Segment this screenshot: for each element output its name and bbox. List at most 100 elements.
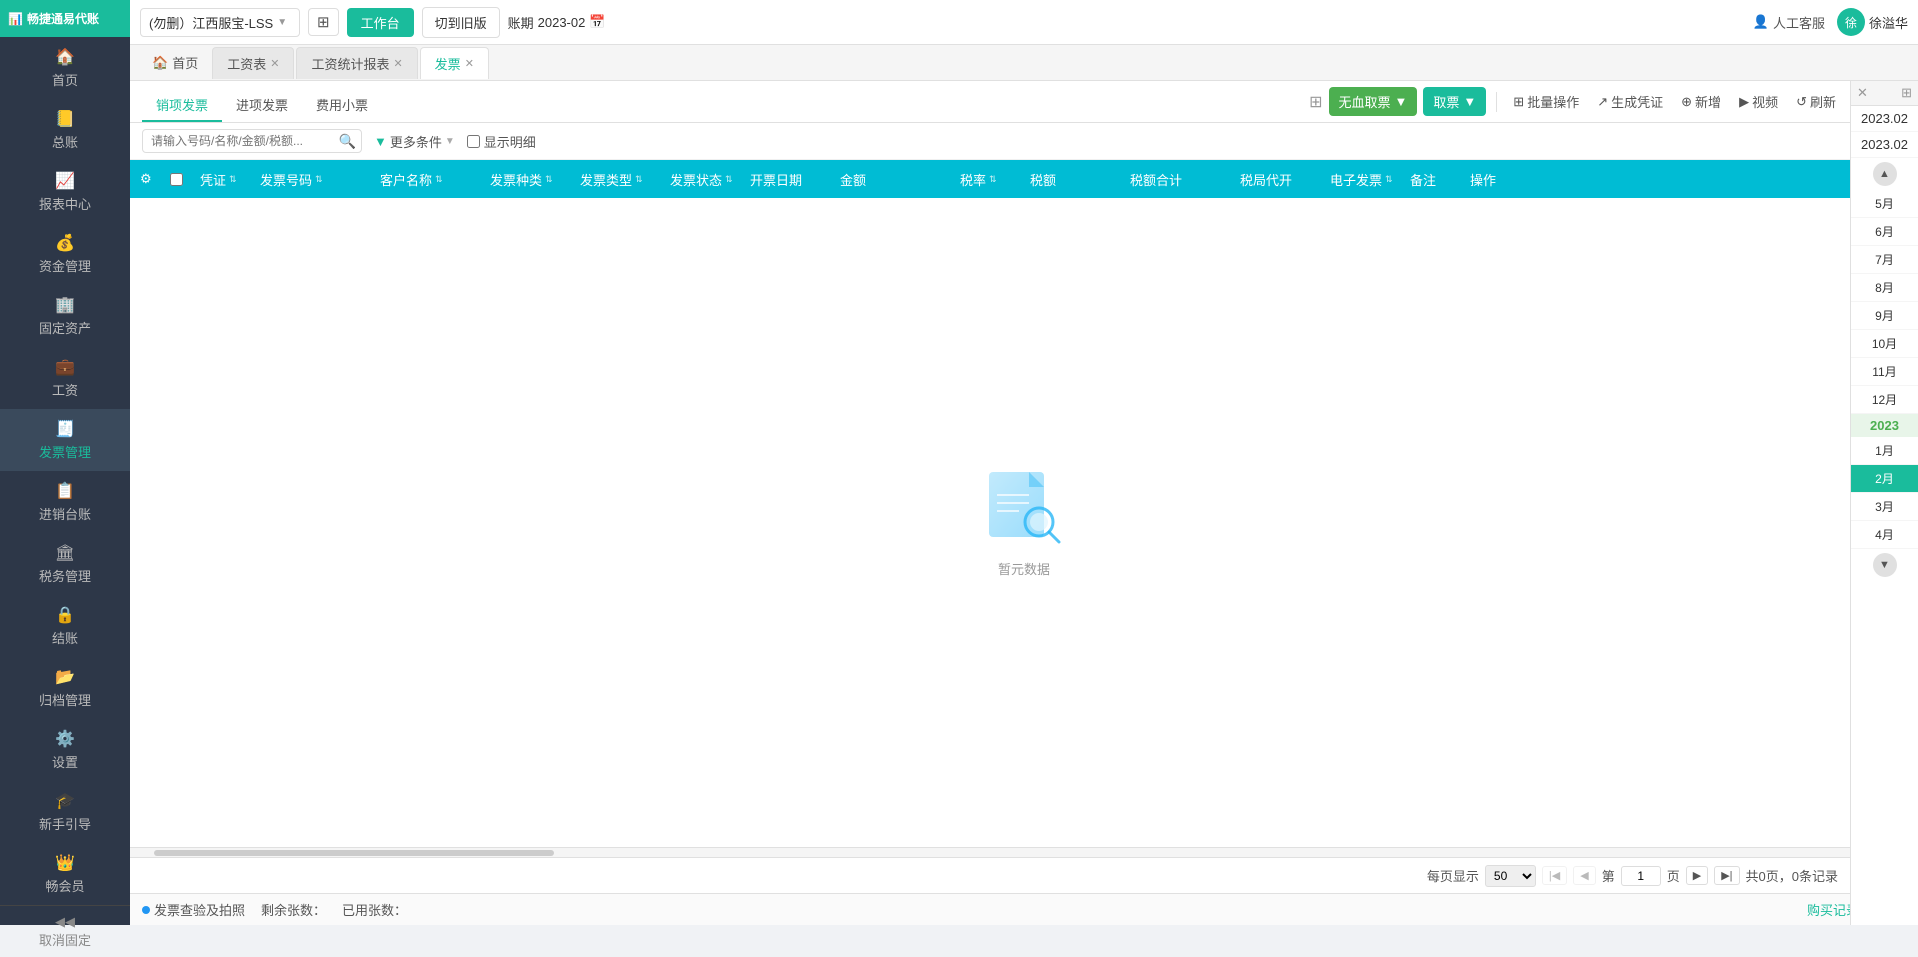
search-wrap: 🔍	[142, 129, 362, 153]
copy-icon-button[interactable]: ⊞	[308, 8, 339, 36]
date-panel-down-arrow[interactable]: ▼	[1873, 553, 1897, 577]
date-panel-close-icon[interactable]: ✕	[1857, 85, 1868, 101]
th-inv-class-label: 发票类型	[580, 170, 632, 189]
no-invoice-button[interactable]: 无血取票 ▼	[1329, 87, 1418, 116]
sidebar-item-ledger[interactable]: 📒 总账	[0, 99, 130, 161]
show-detail-checkbox[interactable]: 显示明细	[467, 132, 536, 151]
date-item-5m[interactable]: 5月	[1851, 190, 1918, 218]
date-item-10m[interactable]: 10月	[1851, 330, 1918, 358]
per-page-select[interactable]: 50 100 200	[1485, 865, 1536, 887]
batch-label: 批量操作	[1527, 92, 1579, 111]
customer-service-button[interactable]: 👤 人工客服	[1753, 13, 1825, 32]
th-inv-type-label: 发票种类	[490, 170, 542, 189]
date-item-4m[interactable]: 4月	[1851, 521, 1918, 549]
date-item-11m[interactable]: 11月	[1851, 358, 1918, 386]
video-button[interactable]: ▶ 视频	[1733, 88, 1784, 115]
th-inv-type-sort-icon: ⇅	[545, 174, 553, 185]
sidebar-item-tax[interactable]: 🏛 税务管理	[0, 533, 130, 595]
sidebar-item-label: 税务管理	[39, 566, 91, 585]
sidebar-collapse[interactable]: ◀◀ 取消固定	[0, 905, 130, 957]
invoice-icon: 🧾	[55, 419, 75, 439]
th-tax-total-label: 税额合计	[1130, 170, 1182, 189]
date-item-2023-02-top2[interactable]: 2023.02	[1851, 132, 1918, 158]
new-button[interactable]: ⊕ 新增	[1675, 88, 1727, 115]
th-customer: 客户名称 ⇅	[374, 170, 484, 189]
tab-close-salary-report[interactable]: ✕	[393, 57, 402, 70]
tab-close-invoice[interactable]: ✕	[465, 57, 474, 70]
search-input[interactable]	[142, 129, 362, 153]
company-selector[interactable]: (勿删）江西服宝-LSS ▼	[140, 8, 300, 37]
sidebar-item-closing[interactable]: 🔒 结账	[0, 595, 130, 657]
sidebar-item-sales[interactable]: 📋 进销台账	[0, 471, 130, 533]
sidebar-item-settings[interactable]: ⚙️ 设置	[0, 719, 130, 781]
salary-icon: 💼	[55, 357, 75, 377]
more-filter-button[interactable]: ▼ 更多条件 ▼	[374, 132, 455, 151]
th-amount-label: 金额	[840, 170, 866, 189]
date-panel-up-arrow[interactable]: ▲	[1873, 162, 1897, 186]
tab-home[interactable]: 🏠 首页	[140, 47, 210, 78]
toolbar-divider	[1496, 92, 1497, 112]
tab-salary-report[interactable]: 工资统计报表 ✕	[296, 47, 417, 79]
date-year-2023[interactable]: 2023	[1851, 414, 1918, 437]
page-number-input[interactable]	[1621, 866, 1661, 886]
page-controls: 每页显示 50 100 200 |◀ ◀ 第 页 ▶ ▶| 共0页，0条记录	[1427, 865, 1838, 887]
sub-tab-sales[interactable]: 销项发票	[142, 89, 222, 122]
assets-icon: 🏢	[55, 295, 75, 315]
video-label: 视频	[1752, 92, 1778, 111]
detail-checkbox-input[interactable]	[467, 135, 480, 148]
th-voucher-sort-icon: ⇅	[229, 174, 237, 185]
sub-tabs: 销项发票 进项发票 费用小票	[130, 81, 1301, 122]
date-item-6m[interactable]: 6月	[1851, 218, 1918, 246]
sub-tabs-toolbar-row: 销项发票 进项发票 费用小票 ⊞ 无血取票 ▼ 取票 ▼	[130, 81, 1918, 123]
archive-icon: 📂	[55, 667, 75, 687]
sidebar-item-home[interactable]: 🏠 首页	[0, 37, 130, 99]
show-detail-label: 显示明细	[484, 132, 536, 151]
date-item-2023-02-top1[interactable]: 2023.02	[1851, 106, 1918, 132]
date-item-7m[interactable]: 7月	[1851, 246, 1918, 274]
scrollbar-thumb[interactable]	[154, 850, 554, 856]
sidebar-item-salary[interactable]: 💼 工资	[0, 347, 130, 409]
sidebar-item-report[interactable]: 📈 报表中心	[0, 161, 130, 223]
tab-salary-table[interactable]: 工资表 ✕	[212, 47, 294, 79]
tab-close-salary-table[interactable]: ✕	[270, 57, 279, 70]
date-panel-expand-icon[interactable]: ⊞	[1901, 85, 1912, 101]
sub-tab-purchase[interactable]: 进项发票	[222, 89, 302, 122]
sidebar-item-assets[interactable]: 🏢 固定资产	[0, 285, 130, 347]
sidebar-item-funds[interactable]: 💰 资金管理	[0, 223, 130, 285]
th-check[interactable]	[164, 173, 194, 186]
date-panel: ✕ ⊞ 2023.02 2023.02 ▲ 5月 6月 7月 8月 9月 10月…	[1850, 81, 1918, 925]
sidebar-item-invoice[interactable]: 🧾 发票管理	[0, 409, 130, 471]
tab-invoice[interactable]: 发票 ✕	[420, 47, 489, 79]
date-item-9m[interactable]: 9月	[1851, 302, 1918, 330]
date-item-3m[interactable]: 3月	[1851, 493, 1918, 521]
refresh-icon: ↺	[1796, 94, 1807, 110]
take-invoice-button[interactable]: 取票 ▼	[1423, 87, 1486, 116]
select-all-checkbox[interactable]	[170, 173, 183, 186]
date-item-2m[interactable]: 2月	[1851, 465, 1918, 493]
sub-tab-expense[interactable]: 费用小票	[302, 89, 382, 122]
refresh-button[interactable]: ↺ 刷新	[1790, 88, 1842, 115]
first-page-button[interactable]: |◀	[1542, 866, 1567, 885]
prev-page-button[interactable]: ◀	[1573, 866, 1595, 885]
workbench-button[interactable]: 工作台	[347, 8, 414, 37]
user-profile[interactable]: 徐 徐溢华	[1837, 8, 1908, 36]
sidebar-item-archive[interactable]: 📂 归档管理	[0, 657, 130, 719]
sidebar-item-member[interactable]: 👑 畅会员	[0, 843, 130, 905]
date-item-1m[interactable]: 1月	[1851, 437, 1918, 465]
video-icon: ▶	[1739, 94, 1749, 110]
batch-op-button[interactable]: ⊞ 批量操作	[1507, 88, 1585, 115]
topbar-right: 👤 人工客服 徐 徐溢华	[1753, 8, 1908, 36]
th-note: 备注	[1404, 170, 1464, 189]
date-item-8m[interactable]: 8月	[1851, 274, 1918, 302]
gen-voucher-button[interactable]: ↗ 生成凭证	[1591, 88, 1669, 115]
pagination-bar: 每页显示 50 100 200 |◀ ◀ 第 页 ▶ ▶| 共0页，0条记录	[130, 857, 1918, 893]
grid-icon: ⊞	[1309, 92, 1322, 112]
horizontal-scrollbar[interactable]	[130, 847, 1918, 857]
last-page-button[interactable]: ▶|	[1714, 866, 1739, 885]
new-label: 新增	[1695, 92, 1721, 111]
date-item-12m[interactable]: 12月	[1851, 386, 1918, 414]
next-page-button[interactable]: ▶	[1686, 866, 1708, 885]
tab-label: 工资表	[227, 54, 266, 73]
switch-version-button[interactable]: 切到旧版	[422, 7, 500, 38]
sidebar-item-guide[interactable]: 🎓 新手引导	[0, 781, 130, 843]
